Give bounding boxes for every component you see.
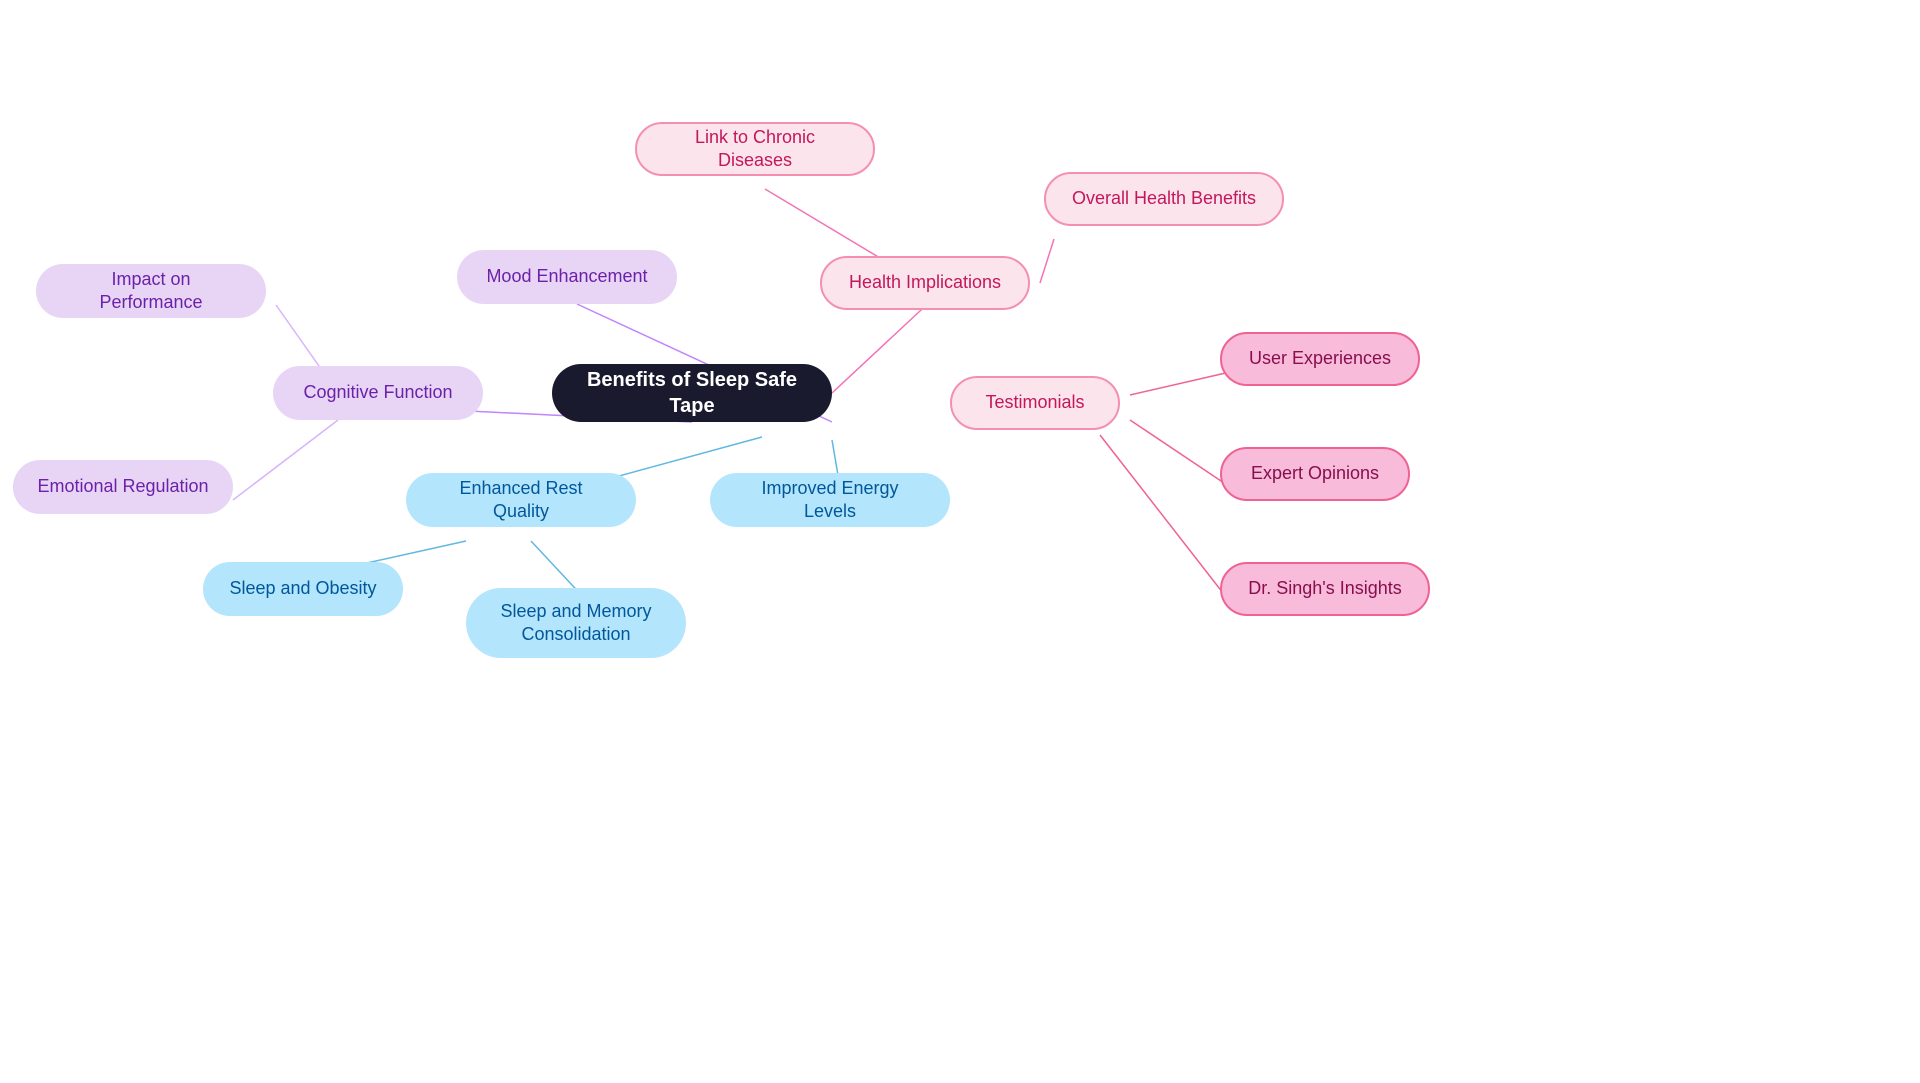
overall-health-benefits-node[interactable]: Overall Health Benefits [1044, 172, 1284, 226]
cognitive-function-node[interactable]: Cognitive Function [273, 366, 483, 420]
mood-enhancement-node[interactable]: Mood Enhancement [457, 250, 677, 304]
improved-energy-levels-node[interactable]: Improved Energy Levels [710, 473, 950, 527]
user-experiences-node[interactable]: User Experiences [1220, 332, 1420, 386]
health-implications-node[interactable]: Health Implications [820, 256, 1030, 310]
link-chronic-diseases-node[interactable]: Link to Chronic Diseases [635, 122, 875, 176]
emotional-regulation-node[interactable]: Emotional Regulation [13, 460, 233, 514]
impact-performance-node[interactable]: Impact on Performance [36, 264, 266, 318]
center-node: Benefits of Sleep Safe Tape [552, 364, 832, 422]
sleep-obesity-node[interactable]: Sleep and Obesity [203, 562, 403, 616]
dr-singh-insights-node[interactable]: Dr. Singh's Insights [1220, 562, 1430, 616]
testimonials-node[interactable]: Testimonials [950, 376, 1120, 430]
sleep-memory-consolidation-node[interactable]: Sleep and Memory Consolidation [466, 588, 686, 658]
enhanced-rest-quality-node[interactable]: Enhanced Rest Quality [406, 473, 636, 527]
expert-opinions-node[interactable]: Expert Opinions [1220, 447, 1410, 501]
